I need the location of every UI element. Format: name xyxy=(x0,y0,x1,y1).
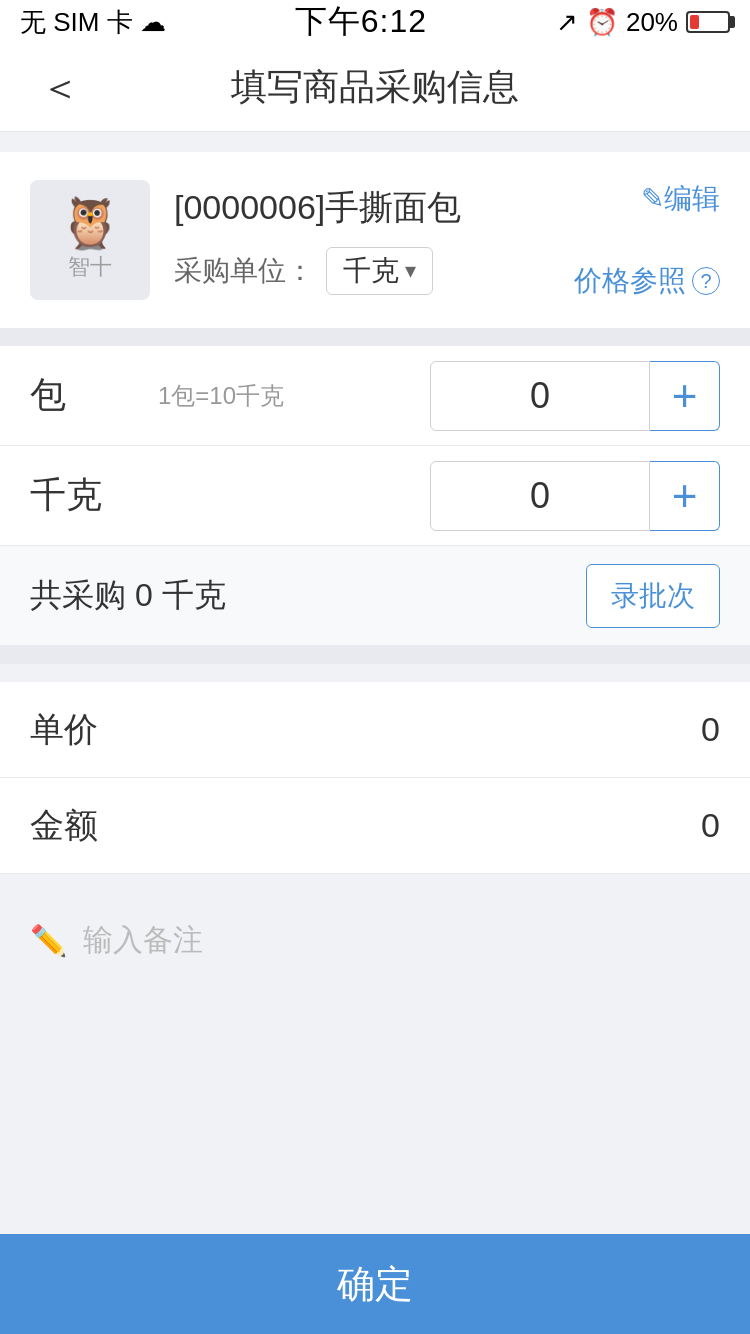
unit-price-value: 0 xyxy=(701,710,720,749)
status-time: 下午6:12 xyxy=(295,0,427,44)
summary-text: 共采购 0 千克 xyxy=(30,574,226,618)
note-section[interactable]: ✏️ 输入备注 xyxy=(0,892,750,989)
input-label-bag: 包 xyxy=(30,371,150,420)
bag-plus-button[interactable]: + xyxy=(650,361,720,431)
divider-band-1 xyxy=(0,328,750,346)
product-name: [0000006]手撕面包 xyxy=(174,185,720,231)
divider-band-2 xyxy=(0,646,750,664)
input-right-kg: + xyxy=(430,461,720,531)
status-left: 无 SIM 卡 ☁ xyxy=(20,5,166,40)
price-row-amount: 金额 0 xyxy=(0,778,750,874)
location-icon: ↗ xyxy=(556,7,578,38)
confirm-button[interactable]: 确定 xyxy=(0,1234,750,1334)
price-ref-button[interactable]: 价格参照 ? xyxy=(574,262,720,300)
product-thumb-icon: 🦉 xyxy=(59,198,121,248)
product-thumbnail: 🦉 智十 xyxy=(30,180,150,300)
unit-label: 采购单位： xyxy=(174,252,314,290)
note-placeholder: 输入备注 xyxy=(83,920,203,961)
price-section: 单价 0 金额 0 xyxy=(0,682,750,874)
input-row-bag: 包 1包=10千克 + xyxy=(0,346,750,446)
pencil-icon: ✏️ xyxy=(30,923,67,958)
unit-value: 千克 xyxy=(343,252,399,290)
dropdown-arrow-icon: ▾ xyxy=(405,258,416,284)
unit-price-label: 单价 xyxy=(30,707,98,753)
battery-indicator xyxy=(686,11,730,33)
summary-row: 共采购 0 千克 录批次 xyxy=(0,546,750,646)
record-batch-button[interactable]: 录批次 xyxy=(586,564,720,628)
back-button[interactable]: ＜ xyxy=(30,50,90,125)
amount-label: 金额 xyxy=(30,803,98,849)
input-section: 包 1包=10千克 + 千克 + 共采购 0 千克 录批次 xyxy=(0,346,750,646)
edit-button[interactable]: ✎编辑 xyxy=(641,180,720,218)
amount-value: 0 xyxy=(701,806,720,845)
unit-dropdown[interactable]: 千克 ▾ xyxy=(326,247,433,295)
nav-bar: ＜ 填写商品采购信息 xyxy=(0,44,750,132)
kg-plus-button[interactable]: + xyxy=(650,461,720,531)
input-label-kg: 千克 xyxy=(30,471,150,520)
battery-percent: 20% xyxy=(626,7,678,38)
status-right: ↗ ⏰ 20% xyxy=(556,7,730,38)
page-title: 填写商品采购信息 xyxy=(231,63,519,112)
status-bar: 无 SIM 卡 ☁ 下午6:12 ↗ ⏰ 20% xyxy=(0,0,750,44)
product-card: 🦉 智十 [0000006]手撕面包 采购单位： 千克 ▾ ✎编辑 价格参照 ? xyxy=(0,152,750,328)
kg-quantity-input[interactable] xyxy=(430,461,650,531)
input-sublabel-bag: 1包=10千克 xyxy=(158,380,284,412)
input-right-bag: + xyxy=(430,361,720,431)
sim-text: 无 SIM 卡 ☁ xyxy=(20,5,166,40)
price-ref-label: 价格参照 xyxy=(574,262,686,300)
alarm-icon: ⏰ xyxy=(586,7,618,38)
product-thumb-label: 智十 xyxy=(68,252,112,282)
bag-quantity-input[interactable] xyxy=(430,361,650,431)
price-row-unit: 单价 0 xyxy=(0,682,750,778)
battery-fill xyxy=(690,15,699,29)
price-ref-help-icon: ? xyxy=(692,267,720,295)
input-row-kg: 千克 + xyxy=(0,446,750,546)
